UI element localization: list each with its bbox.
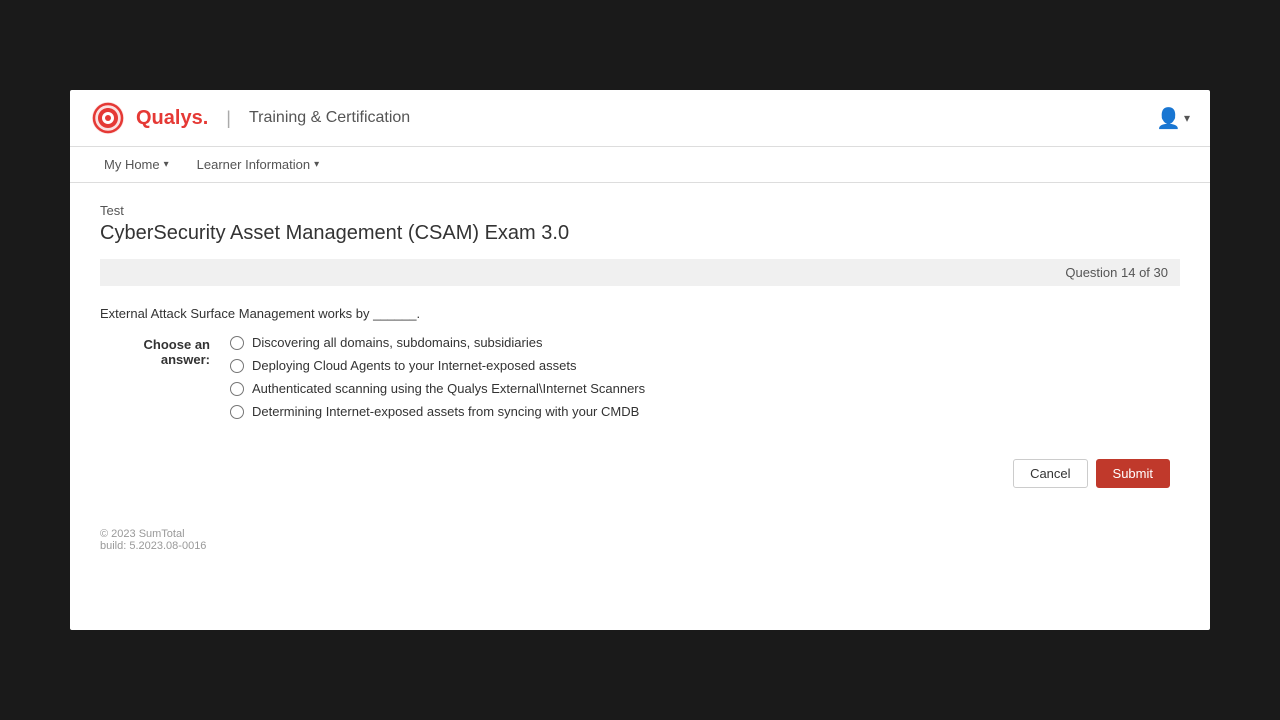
user-icon: 👤 bbox=[1156, 106, 1181, 131]
answer-option-1[interactable]: Discovering all domains, subdomains, sub… bbox=[230, 335, 645, 350]
submit-button[interactable]: Submit bbox=[1096, 459, 1170, 488]
answer-radio-3[interactable] bbox=[230, 382, 244, 396]
answer-options: Discovering all domains, subdomains, sub… bbox=[230, 335, 645, 419]
answer-option-1-text: Discovering all domains, subdomains, sub… bbox=[252, 335, 542, 350]
footer: © 2023 SumTotal build: 5.2023.08-0016 bbox=[70, 508, 1210, 567]
cancel-button[interactable]: Cancel bbox=[1013, 459, 1087, 488]
navigation: My Home ▾ Learner Information ▾ bbox=[70, 147, 1210, 183]
choose-answer-label: Choose ananswer: bbox=[110, 335, 210, 419]
logo-area: Qualys. | Training & Certification bbox=[90, 100, 410, 136]
nav-my-home[interactable]: My Home ▾ bbox=[90, 147, 183, 182]
answer-radio-2[interactable] bbox=[230, 359, 244, 373]
test-label: Test bbox=[100, 203, 1180, 218]
logo-brand: Qualys. bbox=[136, 107, 208, 130]
footer-build: build: 5.2023.08-0016 bbox=[100, 540, 1180, 552]
logo-subtitle: Training & Certification bbox=[249, 109, 410, 127]
user-menu-button[interactable]: 👤 ▾ bbox=[1156, 106, 1190, 131]
nav-learner-information-chevron-icon: ▾ bbox=[314, 159, 319, 170]
answer-option-2[interactable]: Deploying Cloud Agents to your Internet-… bbox=[230, 358, 645, 373]
question-text: External Attack Surface Management works… bbox=[100, 306, 1180, 321]
answer-option-4-text: Determining Internet-exposed assets from… bbox=[252, 404, 639, 419]
header: Qualys. | Training & Certification 👤 ▾ bbox=[70, 90, 1210, 147]
nav-my-home-label: My Home bbox=[104, 157, 160, 172]
user-menu-chevron-icon: ▾ bbox=[1184, 111, 1190, 125]
qualys-logo-icon bbox=[90, 100, 126, 136]
logo-separator: | bbox=[226, 108, 231, 129]
question-progress-text: Question 14 of 30 bbox=[1065, 265, 1168, 280]
answer-option-4[interactable]: Determining Internet-exposed assets from… bbox=[230, 404, 645, 419]
answer-option-3[interactable]: Authenticated scanning using the Qualys … bbox=[230, 381, 645, 396]
exam-title: CyberSecurity Asset Management (CSAM) Ex… bbox=[100, 222, 1180, 245]
nav-learner-information-label: Learner Information bbox=[197, 157, 310, 172]
answer-radio-1[interactable] bbox=[230, 336, 244, 350]
question-progress-bar: Question 14 of 30 bbox=[100, 259, 1180, 286]
nav-my-home-chevron-icon: ▾ bbox=[164, 159, 169, 170]
answer-option-3-text: Authenticated scanning using the Qualys … bbox=[252, 381, 645, 396]
answer-radio-4[interactable] bbox=[230, 405, 244, 419]
answer-option-2-text: Deploying Cloud Agents to your Internet-… bbox=[252, 358, 576, 373]
nav-learner-information[interactable]: Learner Information ▾ bbox=[183, 147, 333, 182]
button-area: Cancel Submit bbox=[100, 459, 1180, 488]
footer-copyright: © 2023 SumTotal bbox=[100, 528, 1180, 540]
answer-section: Choose ananswer: Discovering all domains… bbox=[110, 335, 1180, 419]
main-content: Test CyberSecurity Asset Management (CSA… bbox=[70, 183, 1210, 508]
